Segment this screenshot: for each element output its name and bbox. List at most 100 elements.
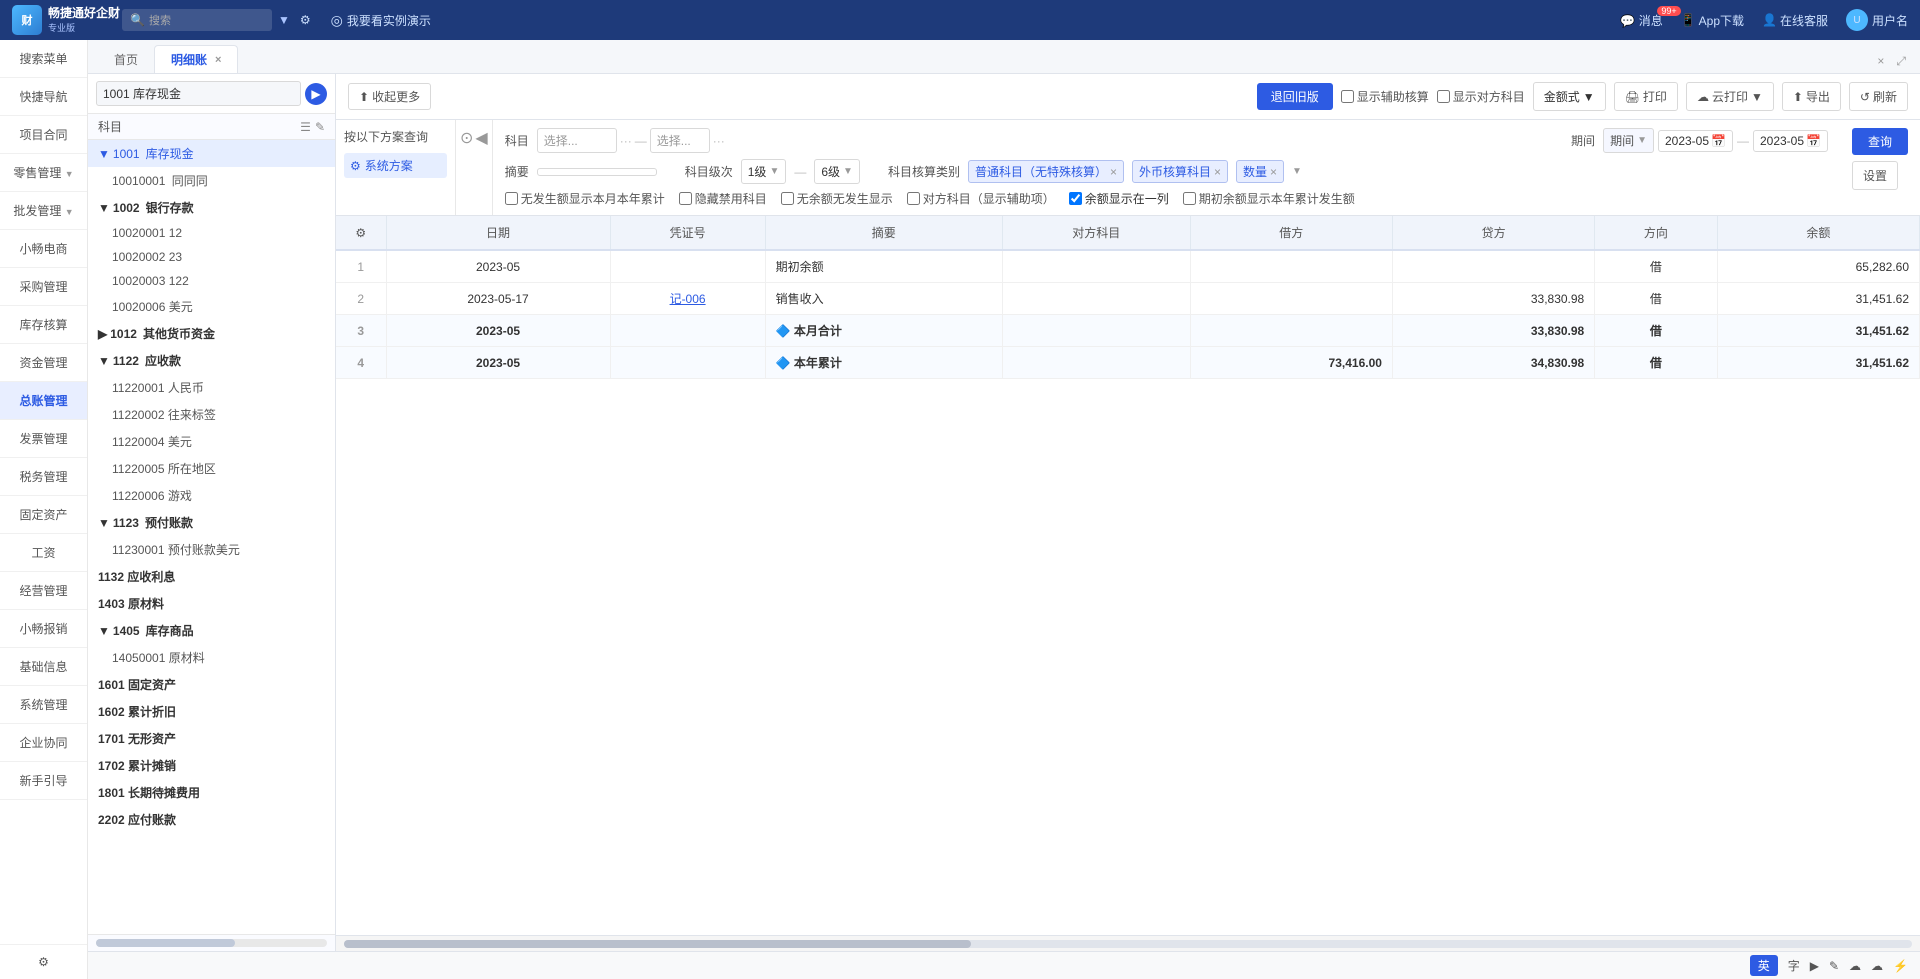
tree-item-1601[interactable]: 1601 固定资产: [88, 671, 335, 698]
check-contra[interactable]: 对方科目（显示辅助项）: [907, 190, 1055, 207]
check-balance-col-input[interactable]: [1069, 192, 1082, 205]
sidebar-settings-btn[interactable]: ⚙: [0, 944, 87, 979]
sidebar-item-fixed-assets[interactable]: 固定资产: [0, 496, 87, 534]
sidebar-item-collab[interactable]: 企业协同: [0, 724, 87, 762]
status-icon-3[interactable]: ✎: [1829, 959, 1839, 973]
tree-item-1132[interactable]: 1132 应收利息: [88, 563, 335, 590]
tree-item-10020003[interactable]: 10020003 122: [88, 269, 335, 293]
sidebar-item-salary[interactable]: 工资: [0, 534, 87, 572]
category-dropdown-icon[interactable]: ▼: [1292, 166, 1302, 177]
sidebar-item-wholesale[interactable]: 批发管理 ▼: [0, 192, 87, 230]
check-hidden-input[interactable]: [679, 192, 692, 205]
status-icon-1[interactable]: 字: [1788, 957, 1800, 974]
tree-item-10020001[interactable]: 10020001 12: [88, 221, 335, 245]
sidebar-item-base-info[interactable]: 基础信息: [0, 648, 87, 686]
filter-icon[interactable]: ⊙: [460, 128, 473, 148]
tree-item-1602[interactable]: 1602 累计折旧: [88, 698, 335, 725]
message-btn[interactable]: 💬 消息 99+: [1620, 12, 1662, 29]
demo-link[interactable]: ◎ 我要看实例演示: [331, 12, 431, 29]
period-from-input[interactable]: 2023-05 📅: [1658, 130, 1733, 152]
tree-item-11220004[interactable]: 11220004 美元: [88, 428, 335, 455]
check-no-balance-input[interactable]: [781, 192, 794, 205]
check-opening[interactable]: 期初余额显示本年累计发生额: [1183, 190, 1355, 207]
left-panel-scrollbar[interactable]: [96, 939, 327, 947]
search-dropdown-icon[interactable]: ▼: [278, 13, 290, 27]
tree-item-1403[interactable]: 1403 原材料: [88, 590, 335, 617]
tree-item-11220005[interactable]: 11220005 所在地区: [88, 455, 335, 482]
collect-more-btn[interactable]: ⬆ 收起更多: [348, 83, 431, 110]
refresh-btn[interactable]: ↺ 刷新: [1849, 82, 1908, 111]
sidebar-item-operations[interactable]: 经营管理: [0, 572, 87, 610]
sidebar-item-capital[interactable]: 资金管理: [0, 344, 87, 382]
amount-format-btn[interactable]: 金额式 ▼: [1533, 82, 1606, 111]
account-selector[interactable]: 1001 库存现金: [96, 81, 301, 106]
sidebar-item-guide[interactable]: 新手引导: [0, 762, 87, 800]
subject-to-input[interactable]: 选择...: [650, 128, 710, 153]
scheme-header[interactable]: 按以下方案查询: [344, 128, 447, 145]
td-voucher[interactable]: 记-006: [610, 283, 765, 315]
tree-item-1701[interactable]: 1701 无形资产: [88, 725, 335, 752]
tree-edit-icon[interactable]: ✎: [315, 120, 325, 134]
tree-item-1801[interactable]: 1801 长期待摊费用: [88, 779, 335, 806]
tree-item-10020006[interactable]: 10020006 美元: [88, 293, 335, 320]
tree-item-14050001[interactable]: 14050001 原材料: [88, 644, 335, 671]
sidebar-item-expense[interactable]: 小畅报销: [0, 610, 87, 648]
sidebar-item-ledger[interactable]: 总账管理: [0, 382, 87, 420]
sidebar-item-system[interactable]: 系统管理: [0, 686, 87, 724]
show-contra-input[interactable]: [1437, 90, 1450, 103]
bottom-scrollbar[interactable]: [344, 940, 1912, 948]
check-no-balance[interactable]: 无余额无发生显示: [781, 190, 893, 207]
sidebar-item-retail[interactable]: 零售管理 ▼: [0, 154, 87, 192]
status-icon-2[interactable]: ▶: [1810, 959, 1819, 973]
show-contra-checkbox[interactable]: 显示对方科目: [1437, 88, 1525, 105]
tree-item-2202[interactable]: 2202 应付账款: [88, 806, 335, 833]
nav-arrow-btn[interactable]: ▶: [305, 83, 327, 105]
sidebar-item-nav[interactable]: 快捷导航: [0, 78, 87, 116]
tree-item-10010001[interactable]: 10010001 同同同: [88, 167, 335, 194]
tree-view-icon[interactable]: ☰: [300, 120, 311, 134]
category-tag-foreign-close[interactable]: ×: [1214, 165, 1221, 179]
sidebar-item-contract[interactable]: 项目合同: [0, 116, 87, 154]
sidebar-item-tax[interactable]: 税务管理: [0, 458, 87, 496]
category-tag-normal-close[interactable]: ×: [1110, 165, 1117, 179]
check-hidden[interactable]: 隐藏禁用科目: [679, 190, 767, 207]
online-service-btn[interactable]: 👤 在线客服: [1762, 12, 1828, 29]
tab-home[interactable]: 首页: [98, 46, 154, 73]
status-icon-6[interactable]: ⚡: [1893, 959, 1908, 973]
search-bar[interactable]: 🔍 搜索: [122, 9, 272, 31]
sidebar-item-purchase[interactable]: 采购管理: [0, 268, 87, 306]
period-to-input[interactable]: 2023-05 📅: [1753, 130, 1828, 152]
sidebar-item-inventory[interactable]: 库存核算: [0, 306, 87, 344]
period-type-select[interactable]: 期间 ▼: [1603, 128, 1654, 153]
tree-item-1001[interactable]: ▼ 1001 库存现金: [88, 140, 335, 167]
filter-settings-btn[interactable]: 设置: [1852, 161, 1898, 190]
tree-item-1002[interactable]: ▼ 1002 银行存款: [88, 194, 335, 221]
th-settings-icon[interactable]: ⚙: [355, 226, 366, 240]
sidebar-item-search[interactable]: 搜索菜单: [0, 40, 87, 78]
tree-item-1123[interactable]: ▼ 1123 预付账款: [88, 509, 335, 536]
app-download-btn[interactable]: 📱 App下载: [1681, 12, 1744, 29]
check-no-occurrence[interactable]: 无发生额显示本月本年累计: [505, 190, 665, 207]
level-to-select[interactable]: 6级 ▼: [814, 159, 860, 184]
check-opening-input[interactable]: [1183, 192, 1196, 205]
status-lang-btn[interactable]: 英: [1750, 955, 1778, 976]
tree-item-11220002[interactable]: 11220002 往来标签: [88, 401, 335, 428]
settings-icon[interactable]: ⚙: [300, 13, 311, 27]
status-icon-4[interactable]: ☁: [1849, 959, 1861, 973]
sidebar-item-invoice[interactable]: 发票管理: [0, 420, 87, 458]
window-close-icon[interactable]: ×: [1873, 50, 1888, 73]
tree-item-1122[interactable]: ▼ 1122 应收款: [88, 347, 335, 374]
tree-item-1012[interactable]: ▶ 1012 其他货币资金: [88, 320, 335, 347]
tree-item-1702[interactable]: 1702 累计摊销: [88, 752, 335, 779]
scheme-item-system[interactable]: ⚙ 系统方案: [344, 153, 447, 178]
tab-detail[interactable]: 明细账 ×: [154, 45, 238, 73]
sidebar-item-ecom[interactable]: 小畅电商: [0, 230, 87, 268]
print-btn[interactable]: 🖨 打印: [1614, 82, 1678, 111]
user-btn[interactable]: U 用户名: [1846, 9, 1908, 31]
check-no-occurrence-input[interactable]: [505, 192, 518, 205]
summary-input[interactable]: [537, 168, 657, 176]
check-contra-input[interactable]: [907, 192, 920, 205]
window-expand-icon[interactable]: ⤢: [1892, 50, 1910, 73]
tree-item-10020002[interactable]: 10020002 23: [88, 245, 335, 269]
collapse-arrow-icon[interactable]: ◀: [475, 128, 487, 148]
